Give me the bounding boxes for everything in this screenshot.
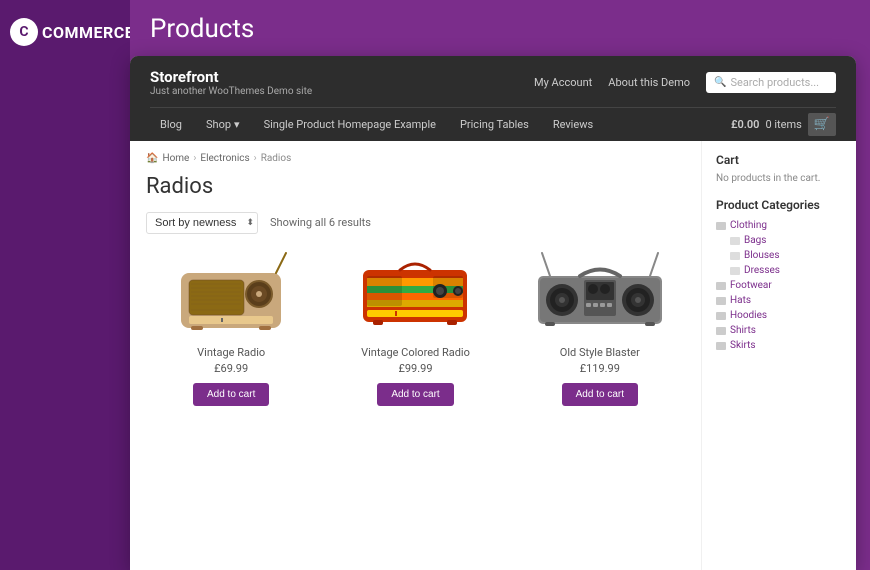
logo-icon: C [10,18,38,46]
categories-widget-title: Product Categories [716,198,842,212]
cart-icon[interactable]: 🛒 [808,113,836,136]
cat-label-hats: Hats [730,295,751,306]
cat-label-hoodies: Hoodies [730,310,767,321]
cart-items-label: 0 items [765,118,801,131]
breadcrumb-home[interactable]: Home [162,153,189,164]
store-name: Storefront [150,68,312,86]
page-title: Products [150,14,254,44]
browser-window: Storefront Just another WooThemes Demo s… [130,56,856,570]
nav-reviews[interactable]: Reviews [543,108,603,141]
cat-icon-hats [716,297,726,305]
product-image-boombox [530,248,670,338]
cat-icon-shirts [716,327,726,335]
product-card-2: Vintage Colored Radio £99.99 Add to cart [330,248,500,406]
cat-bags[interactable]: Bags [716,233,842,248]
cat-clothing[interactable]: Clothing [716,218,842,233]
product-name-3: Old Style Blaster [560,346,640,359]
nav-shop-chevron: ▾ [234,118,240,131]
search-box[interactable]: 🔍 Search products... [706,72,836,93]
category-title: Radios [146,174,685,199]
sort-wrap: Sort by newness [146,211,258,234]
product-name-2: Vintage Colored Radio [361,346,470,359]
product-price-2: £99.99 [398,362,432,375]
nav-blog[interactable]: Blog [150,108,192,141]
product-grid: Vintage Radio £69.99 Add to cart [146,248,685,406]
search-icon: 🔍 [714,77,726,88]
nav-shop[interactable]: Shop ▾ [196,108,250,141]
nav-single-product[interactable]: Single Product Homepage Example [254,108,446,141]
cat-icon-footwear [716,282,726,290]
sidebar: C COMMERCE [0,0,130,570]
store-nav: Blog Shop ▾ Single Product Homepage Exam… [150,107,836,141]
add-to-cart-btn-1[interactable]: Add to cart [193,383,269,406]
store-tagline: Just another WooThemes Demo site [150,86,312,97]
cat-hats[interactable]: Hats [716,293,842,308]
cat-label-blouses: Blouses [744,250,780,261]
sort-select[interactable]: Sort by newness [146,212,258,234]
top-bar: Products [130,14,856,56]
cat-dresses[interactable]: Dresses [716,263,842,278]
filter-bar: Sort by newness Showing all 6 results [146,211,685,234]
cat-label-bags: Bags [744,235,766,246]
cat-icon-bags [730,237,740,245]
about-demo-link[interactable]: About this Demo [608,76,690,89]
cat-icon-dresses [730,267,740,275]
cat-shirts[interactable]: Shirts [716,323,842,338]
cat-label-footwear: Footwear [730,280,772,291]
cat-skirts[interactable]: Skirts [716,338,842,353]
cat-label-skirts: Skirts [730,340,756,351]
page-content: 🏠 Home › Electronics › Radios Radios So [130,141,856,570]
right-sidebar: Cart No products in the cart. Product Ca… [701,141,856,570]
cart-info: £0.00 0 items 🛒 [731,113,836,136]
categories-list: Clothing Bags Blouses Dresses [716,218,842,353]
my-account-link[interactable]: My Account [534,76,592,89]
app-chrome: C COMMERCE Products Storefront Just anot… [0,0,870,570]
cat-label-dresses: Dresses [744,265,780,276]
cat-icon-skirts [716,342,726,350]
search-placeholder: Search products... [730,76,819,89]
store-header: Storefront Just another WooThemes Demo s… [130,56,856,141]
nav-shop-label: Shop [206,118,231,131]
breadcrumb-current: Radios [261,153,292,164]
store-branding: Storefront Just another WooThemes Demo s… [150,68,312,97]
breadcrumb-sep-1: › [193,153,196,164]
cat-icon-blouses [730,252,740,260]
product-price-3: £119.99 [580,362,620,375]
logo-text: COMMERCE [42,23,134,42]
product-name-1: Vintage Radio [197,346,265,359]
product-card-1: Vintage Radio £69.99 Add to cart [146,248,316,406]
cart-empty-text: No products in the cart. [716,173,842,184]
cat-footwear[interactable]: Footwear [716,278,842,293]
cat-label-clothing: Clothing [730,220,767,231]
cat-label-shirts: Shirts [730,325,756,336]
product-image-colored-radio [345,248,485,338]
main-column: 🏠 Home › Electronics › Radios Radios So [130,141,701,570]
cat-icon-hoodies [716,312,726,320]
breadcrumb-electronics[interactable]: Electronics [200,153,249,164]
store-header-actions: My Account About this Demo 🔍 Search prod… [534,72,836,93]
breadcrumb-sep-2: › [254,153,257,164]
cat-icon-clothing [716,222,726,230]
add-to-cart-btn-3[interactable]: Add to cart [562,383,638,406]
product-price-1: £69.99 [214,362,248,375]
cart-widget-title: Cart [716,153,842,167]
nav-links: Blog Shop ▾ Single Product Homepage Exam… [150,108,603,141]
breadcrumb: 🏠 Home › Electronics › Radios [146,153,685,164]
product-card-3: Old Style Blaster £119.99 Add to cart [515,248,685,406]
cat-hoodies[interactable]: Hoodies [716,308,842,323]
add-to-cart-btn-2[interactable]: Add to cart [377,383,453,406]
main-area: Products Storefront Just another WooThem… [130,0,870,570]
home-icon: 🏠 [146,153,158,164]
results-count: Showing all 6 results [270,216,371,229]
cat-blouses[interactable]: Blouses [716,248,842,263]
store-header-top: Storefront Just another WooThemes Demo s… [150,68,836,107]
nav-pricing-tables[interactable]: Pricing Tables [450,108,539,141]
cart-amount: £0.00 [731,118,759,131]
product-image-vintage-radio [161,248,301,338]
sidebar-logo: C COMMERCE [0,0,130,64]
